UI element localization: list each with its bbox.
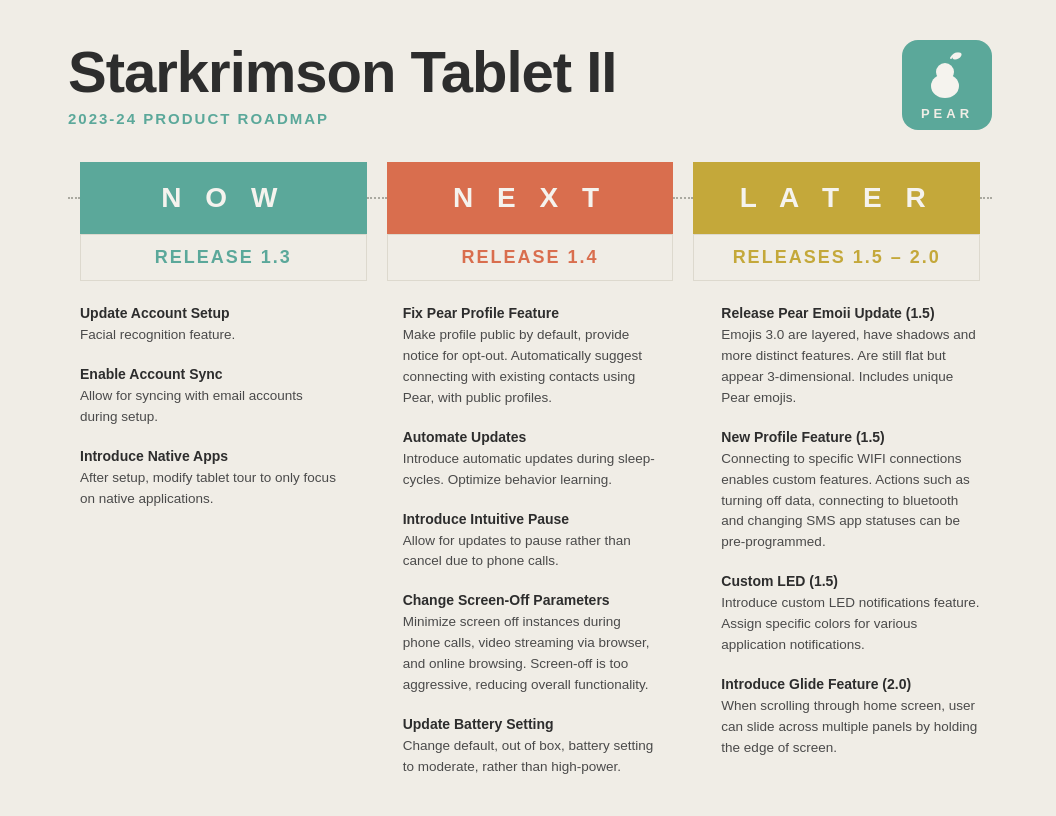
header: Starkrimson Tablet II 2023-24 PRODUCT RO… (68, 40, 992, 130)
feature-title: Automate Updates (403, 429, 662, 445)
column-content-later: Release Pear Emoii Update (1.5) Emojis 3… (701, 285, 980, 816)
header-left: Starkrimson Tablet II 2023-24 PRODUCT RO… (68, 40, 616, 127)
column-header-now: N O W (80, 162, 367, 234)
feature-title: Introduce Intuitive Pause (403, 511, 662, 527)
logo: PEAR (902, 40, 992, 130)
feature-title: Release Pear Emoii Update (1.5) (721, 305, 980, 321)
release-label-next: RELEASE 1.4 (387, 234, 674, 281)
feature-item: Update Battery Setting Change default, o… (403, 716, 662, 778)
feature-item: Change Screen-Off Parameters Minimize sc… (403, 592, 662, 696)
feature-desc: Make profile public by default, provide … (403, 325, 662, 409)
feature-desc: Introduce automatic updates during sleep… (403, 449, 662, 491)
feature-title: Update Battery Setting (403, 716, 662, 732)
feature-desc: Change default, out of box, battery sett… (403, 736, 662, 778)
feature-desc: After setup, modify tablet tour to only … (80, 468, 339, 510)
release-label-now: RELEASE 1.3 (80, 234, 367, 281)
page: Starkrimson Tablet II 2023-24 PRODUCT RO… (0, 0, 1056, 816)
pear-icon (923, 50, 971, 102)
feature-title: Custom LED (1.5) (721, 573, 980, 589)
feature-desc: Facial recognition feature. (80, 325, 339, 346)
feature-item: Update Account Setup Facial recognition … (80, 305, 339, 346)
feature-desc: Minimize screen off instances during pho… (403, 612, 662, 696)
logo-text: PEAR (921, 106, 973, 121)
feature-title: Fix Pear Profile Feature (403, 305, 662, 321)
subtitle: 2023-24 PRODUCT ROADMAP (68, 110, 616, 127)
feature-desc: Connecting to specific WIFI connections … (721, 449, 980, 554)
feature-item: Introduce Intuitive Pause Allow for upda… (403, 511, 662, 573)
feature-desc: Allow for updates to pause rather than c… (403, 531, 662, 573)
feature-item: Enable Account Sync Allow for syncing wi… (80, 366, 339, 428)
release-label-later: RELEASES 1.5 – 2.0 (693, 234, 980, 281)
feature-title: New Profile Feature (1.5) (721, 429, 980, 445)
feature-title: Change Screen-Off Parameters (403, 592, 662, 608)
feature-item: Introduce Native Apps After setup, modif… (80, 448, 339, 510)
feature-title: Enable Account Sync (80, 366, 339, 382)
feature-desc: Allow for syncing with email accounts du… (80, 386, 339, 428)
feature-title: Introduce Native Apps (80, 448, 339, 464)
column-content-next: Fix Pear Profile Feature Make profile pu… (383, 285, 682, 816)
feature-item: Fix Pear Profile Feature Make profile pu… (403, 305, 662, 409)
feature-item: Release Pear Emoii Update (1.5) Emojis 3… (721, 305, 980, 409)
feature-item: Introduce Glide Feature (2.0) When scrol… (721, 676, 980, 759)
svg-point-2 (931, 74, 959, 98)
feature-title: Update Account Setup (80, 305, 339, 321)
feature-item: Automate Updates Introduce automatic upd… (403, 429, 662, 491)
column-header-next: N E X T (387, 162, 674, 234)
feature-item: Custom LED (1.5) Introduce custom LED no… (721, 573, 980, 656)
column-header-later: L A T E R (693, 162, 980, 234)
svg-point-0 (951, 50, 963, 60)
feature-desc: When scrolling through home screen, user… (721, 696, 980, 759)
column-content-now: Update Account Setup Facial recognition … (80, 285, 363, 816)
feature-title: Introduce Glide Feature (2.0) (721, 676, 980, 692)
feature-desc: Emojis 3.0 are layered, have shadows and… (721, 325, 980, 409)
feature-item: New Profile Feature (1.5) Connecting to … (721, 429, 980, 554)
page-title: Starkrimson Tablet II (68, 40, 616, 104)
feature-desc: Introduce custom LED notifications featu… (721, 593, 980, 656)
